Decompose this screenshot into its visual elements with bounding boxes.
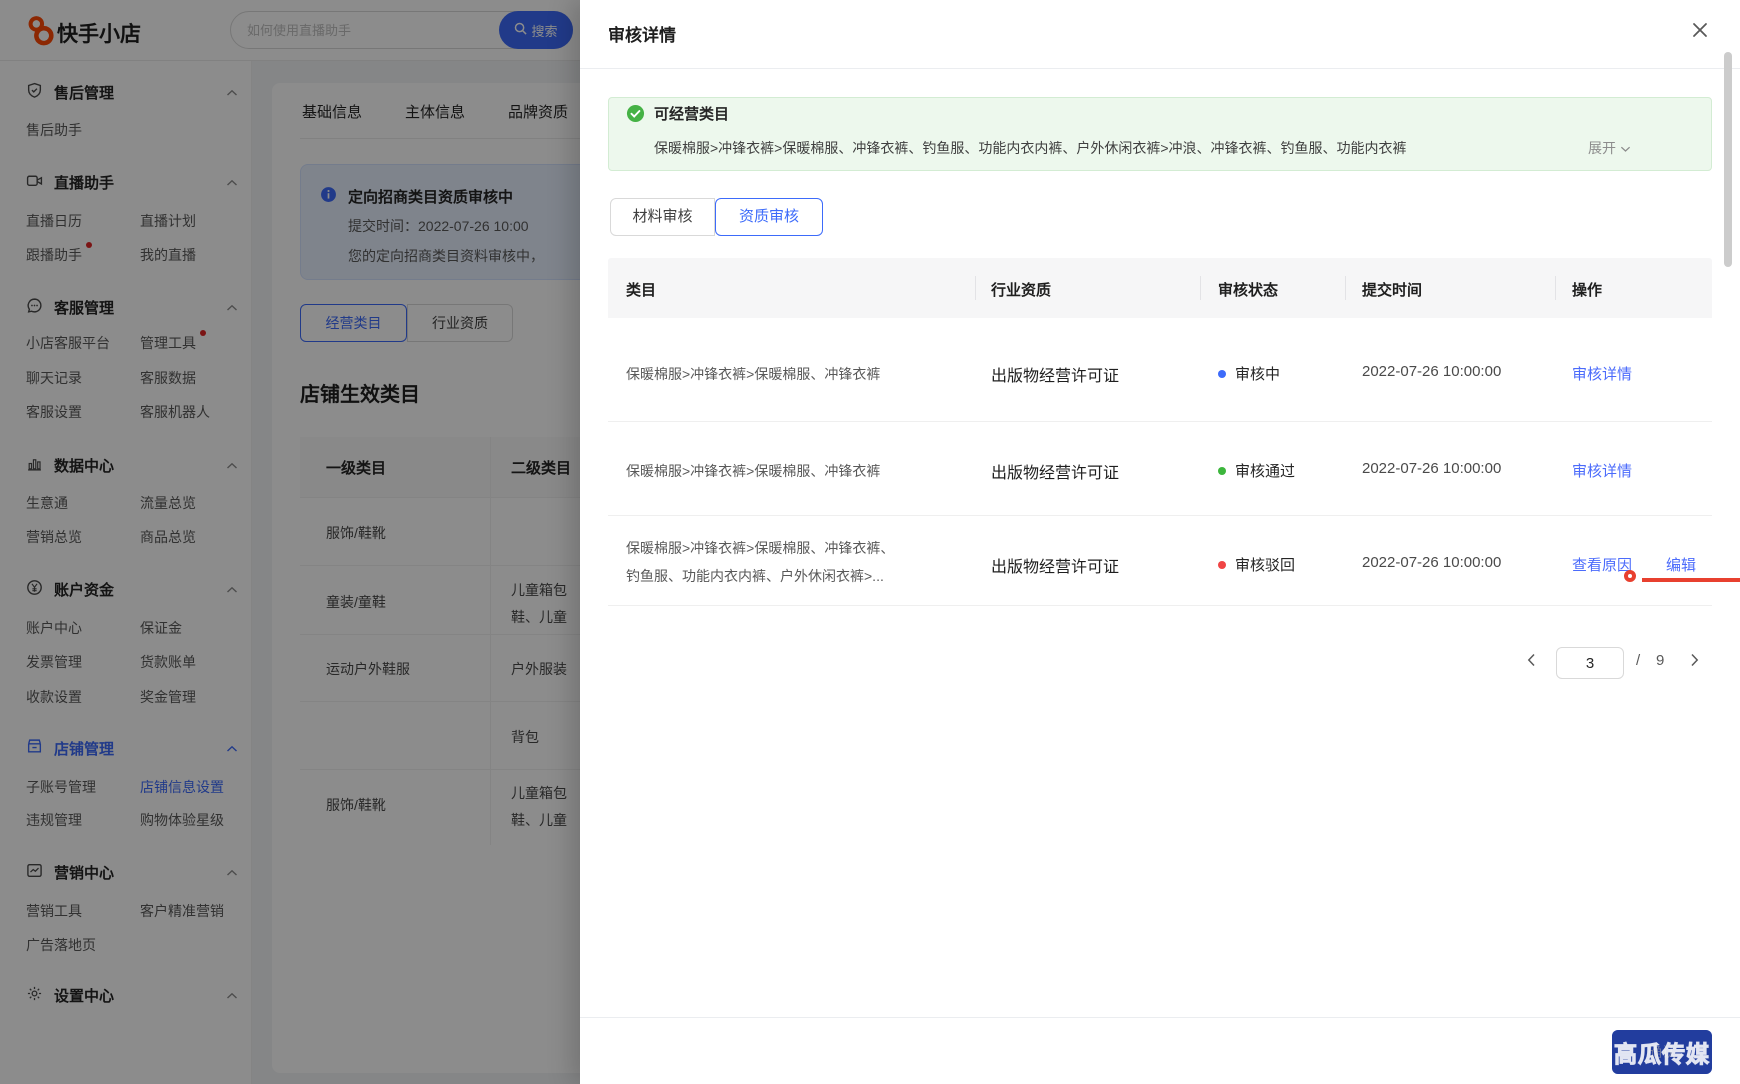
expand-label: 展开 bbox=[1588, 140, 1616, 156]
cell-time: 2022-07-26 10:00:00 bbox=[1362, 363, 1502, 380]
cell-certificate: 出版物经营许可证 bbox=[991, 559, 1120, 576]
tab-qualification-audit[interactable]: 资质审核 bbox=[715, 198, 823, 236]
drawer-title: 审核详情 bbox=[608, 26, 676, 45]
cell-status: 审核通过 bbox=[1235, 463, 1296, 480]
check-circle-icon bbox=[626, 104, 645, 128]
view-reason-link[interactable]: 查看原因 bbox=[1572, 554, 1632, 575]
page-number-input[interactable] bbox=[1556, 647, 1624, 679]
cell-category-line2: 钓鱼服、功能内衣内裤、户外休闲衣裤>... bbox=[626, 568, 884, 584]
banner-title: 可经营类目 bbox=[654, 106, 730, 123]
annotation-pointer-line bbox=[1642, 578, 1740, 582]
cell-time: 2022-07-26 10:00:00 bbox=[1362, 460, 1502, 477]
cell-status: 审核中 bbox=[1235, 366, 1281, 383]
audit-details-drawer: 审核详情 可经营类目 保暖棉服>冲锋衣裤>保暖棉服、冲锋衣裤、钓鱼服、功能内衣内… bbox=[580, 0, 1740, 1084]
cell-category: 保暖棉服>冲锋衣裤>保暖棉服、冲锋衣裤 bbox=[626, 463, 881, 479]
expand-link[interactable]: 展开 bbox=[1588, 138, 1631, 158]
prev-page-icon[interactable] bbox=[1524, 652, 1546, 674]
confirm-label: 确认 bbox=[1648, 1044, 1676, 1060]
col-submit-time: 提交时间 bbox=[1362, 282, 1423, 299]
app: 快手小店 搜索 售后管理 售后助手 直播助手 直播日历 直播计划 跟播助手 bbox=[0, 0, 1740, 1084]
cell-category-line1: 保暖棉服>冲锋衣裤>保暖棉服、冲锋衣裤、 bbox=[626, 540, 895, 556]
header-col-divider bbox=[1200, 276, 1201, 300]
page-total: 9 bbox=[1656, 652, 1665, 669]
col-audit-status: 审核状态 bbox=[1218, 282, 1279, 299]
modal-dim-overlay[interactable] bbox=[0, 0, 580, 1084]
audit-table-header bbox=[608, 258, 1712, 318]
header-col-divider bbox=[975, 276, 976, 300]
drawer-footer-divider bbox=[580, 1017, 1740, 1018]
tab-material-audit[interactable]: 材料审核 bbox=[610, 198, 715, 236]
cell-certificate: 出版物经营许可证 bbox=[991, 368, 1120, 385]
audit-detail-link[interactable]: 审核详情 bbox=[1572, 363, 1632, 384]
audit-detail-link[interactable]: 审核详情 bbox=[1572, 460, 1632, 481]
status-dot-rejected bbox=[1218, 561, 1226, 569]
col-industry-qualification: 行业资质 bbox=[991, 282, 1052, 299]
chevron-down-icon bbox=[1620, 140, 1631, 156]
row-divider bbox=[608, 515, 1712, 516]
close-icon[interactable] bbox=[1690, 20, 1712, 42]
banner-category-path: 保暖棉服>冲锋衣裤>保暖棉服、冲锋衣裤、钓鱼服、功能内衣内裤、户外休闲衣裤>冲浪… bbox=[654, 140, 1407, 156]
drawer-scrollbar[interactable] bbox=[1724, 52, 1732, 267]
page-separator: / bbox=[1636, 652, 1641, 669]
annotation-target-circle bbox=[1624, 570, 1636, 582]
table-bottom-border bbox=[608, 605, 1712, 606]
cell-certificate: 出版物经营许可证 bbox=[991, 465, 1120, 482]
cell-time: 2022-07-26 10:00:00 bbox=[1362, 554, 1502, 571]
edit-link[interactable]: 编辑 bbox=[1666, 554, 1696, 575]
confirm-button[interactable]: 确认 bbox=[1612, 1030, 1712, 1074]
header-col-divider bbox=[1555, 276, 1556, 300]
status-dot-passed bbox=[1218, 467, 1226, 475]
status-dot-processing bbox=[1218, 370, 1226, 378]
header-col-divider bbox=[1345, 276, 1346, 300]
cell-category: 保暖棉服>冲锋衣裤>保暖棉服、冲锋衣裤 bbox=[626, 366, 881, 382]
drawer-header-divider bbox=[580, 68, 1740, 69]
col-category: 类目 bbox=[626, 282, 657, 299]
row-divider bbox=[608, 421, 1712, 422]
col-actions: 操作 bbox=[1572, 282, 1603, 299]
allowed-categories-banner bbox=[608, 97, 1712, 171]
next-page-icon[interactable] bbox=[1686, 652, 1708, 674]
cell-status: 审核驳回 bbox=[1235, 557, 1296, 574]
